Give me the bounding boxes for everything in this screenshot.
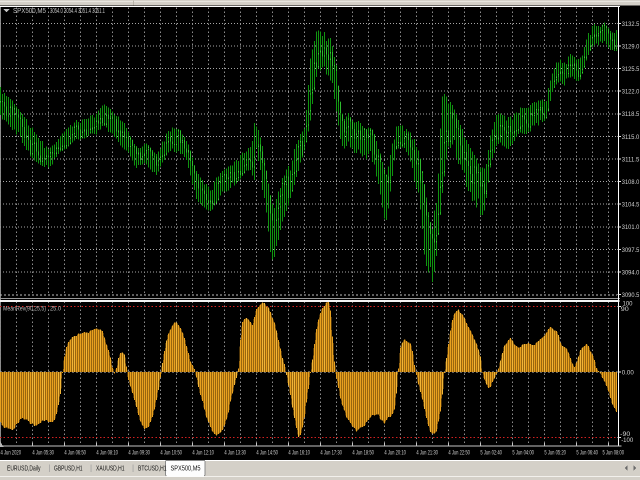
svg-text:4 Jun 16:10: 4 Jun 16:10 [288, 449, 310, 456]
svg-text:MeanRev(90,25,5): MeanRev(90,25,5) [3, 305, 46, 312]
svg-text:4 Jun 17:30: 4 Jun 17:30 [320, 449, 342, 456]
svg-text:5 Jun 05:20: 5 Jun 05:20 [544, 449, 566, 456]
svg-text:4 Jun 13:30: 4 Jun 13:30 [224, 449, 246, 456]
svg-text:SPX500,M5: SPX500,M5 [171, 465, 201, 472]
svg-text:|: | [90, 464, 92, 473]
svg-text:3104.5: 3104.5 [622, 202, 640, 209]
svg-text:3129.0: 3129.0 [622, 43, 640, 50]
svg-text:|: | [49, 464, 51, 473]
svg-text:3122.0: 3122.0 [622, 89, 640, 96]
svg-text:25.0: 25.0 [50, 305, 61, 312]
svg-text:EURUSD,Daily: EURUSD,Daily [7, 465, 41, 472]
svg-text:4 Jun 20:10: 4 Jun 20:10 [384, 449, 406, 456]
svg-text:SPX500,M5: SPX500,M5 [13, 8, 46, 15]
svg-text:BTCUSD,H1: BTCUSD,H1 [138, 465, 167, 472]
svg-text:3125.5: 3125.5 [622, 66, 640, 73]
svg-text:3115.0: 3115.0 [622, 134, 640, 141]
svg-text:4 Jun 2020: 4 Jun 2020 [1, 449, 22, 456]
svg-text:4 Jun 21:30: 4 Jun 21:30 [416, 449, 438, 456]
svg-text:3118.5: 3118.5 [622, 111, 640, 118]
svg-text:3101.0: 3101.0 [622, 224, 640, 231]
svg-text:4 Jun 10:50: 4 Jun 10:50 [160, 449, 182, 456]
svg-text:4 Jun 22:50: 4 Jun 22:50 [448, 449, 470, 456]
svg-text:4 Jun 08:10: 4 Jun 08:10 [96, 449, 118, 456]
svg-text:3111.5: 3111.5 [622, 156, 640, 163]
svg-text:3054.0 3054.4 3051.4 3051.1: 3054.0 3054.4 3051.4 3051.1 [50, 8, 105, 15]
svg-text:XAUUSD,H1: XAUUSD,H1 [96, 465, 125, 472]
svg-text:4 Jun 05:30: 4 Jun 05:30 [32, 449, 54, 456]
svg-text:|: | [132, 464, 134, 473]
svg-text:-100: -100 [621, 437, 633, 444]
svg-text:3132.5: 3132.5 [622, 21, 640, 28]
svg-text:3097.5: 3097.5 [622, 247, 640, 254]
svg-text:GBPUSD,H1: GBPUSD,H1 [54, 465, 83, 472]
svg-text:3108.0: 3108.0 [622, 179, 640, 186]
svg-text:4 Jun 12:10: 4 Jun 12:10 [192, 449, 214, 456]
svg-text:3094.0: 3094.0 [622, 269, 640, 276]
svg-text:90: 90 [621, 306, 629, 313]
svg-text:4 Jun 14:50: 4 Jun 14:50 [256, 449, 278, 456]
svg-text:3090.5: 3090.5 [622, 292, 640, 299]
svg-text:5 Jun 02:40: 5 Jun 02:40 [480, 449, 502, 456]
svg-text:4 Jun 18:50: 4 Jun 18:50 [352, 449, 374, 456]
svg-text:4 Jun 06:50: 4 Jun 06:50 [64, 449, 86, 456]
svg-text:0.00: 0.00 [622, 370, 634, 377]
svg-text:4 Jun 09:30: 4 Jun 09:30 [128, 449, 150, 456]
svg-text:5 Jun 06:40: 5 Jun 06:40 [576, 449, 598, 456]
svg-text:5 Jun 04:00: 5 Jun 04:00 [512, 449, 534, 456]
svg-text:5 Jun 08:00: 5 Jun 08:00 [603, 449, 625, 456]
